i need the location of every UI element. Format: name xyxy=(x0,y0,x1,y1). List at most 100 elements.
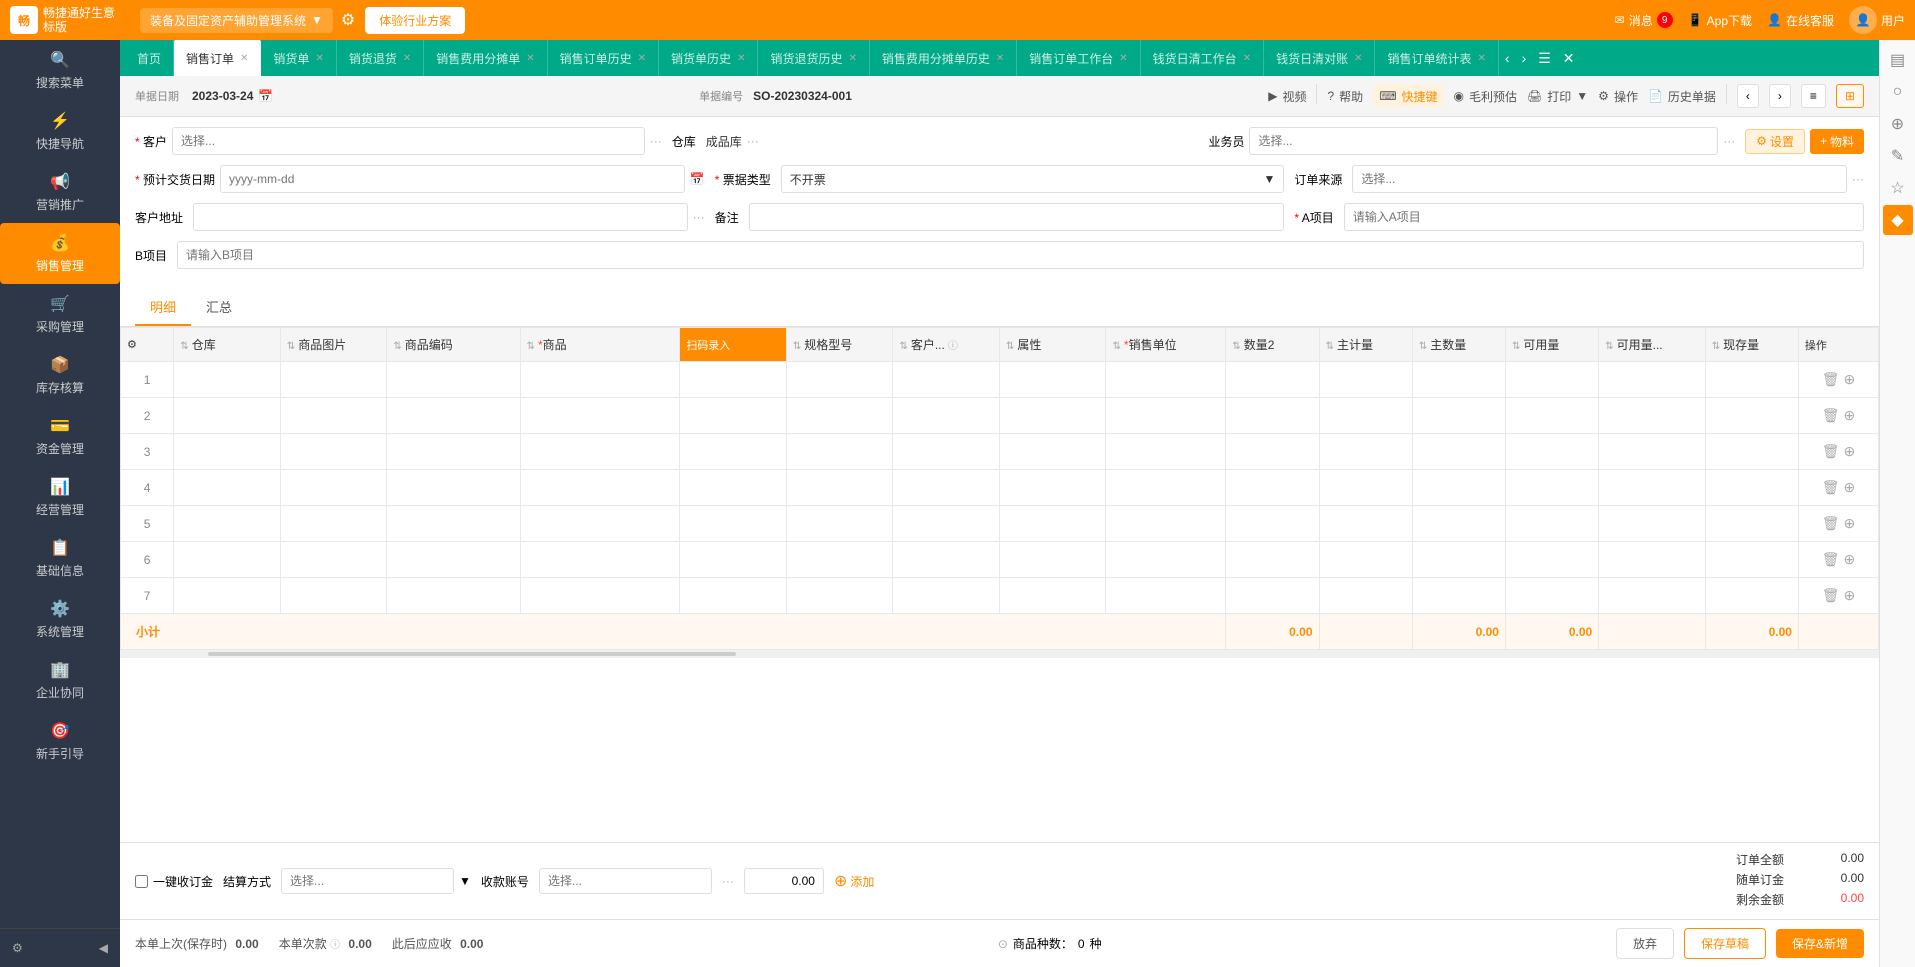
col-settings[interactable]: ⚙ xyxy=(121,328,174,362)
system-selector[interactable]: 装备及固定资产辅助管理系统 ▼ xyxy=(140,8,333,33)
tab-return[interactable]: 销货退货 ✕ xyxy=(337,40,424,76)
settings-icon[interactable]: ⚙ xyxy=(341,10,355,30)
customer-address-more-btn[interactable]: ··· xyxy=(693,210,705,224)
right-panel-btn-2[interactable]: ○ xyxy=(1883,77,1913,107)
tab-daily-reconcile[interactable]: 钱货日清对账 ✕ xyxy=(1264,40,1375,76)
row-6-current-qty[interactable] xyxy=(1705,542,1798,578)
row-5-available2[interactable] xyxy=(1599,506,1706,542)
col-main-unit[interactable]: ⇅ 主计量 xyxy=(1319,328,1412,362)
row-1-attribute[interactable] xyxy=(999,362,1106,398)
row-4-main-unit[interactable] xyxy=(1319,470,1412,506)
col-available2[interactable]: ⇅ 可用量... xyxy=(1599,328,1706,362)
row-2-customer-code[interactable] xyxy=(893,398,1000,434)
row-2-main-unit[interactable] xyxy=(1319,398,1412,434)
row-7-main-unit[interactable] xyxy=(1319,578,1412,614)
sidebar-settings-btn[interactable]: ⚙ xyxy=(8,937,27,959)
row-4-current-qty[interactable] xyxy=(1705,470,1798,506)
row-6-delete-btn[interactable]: 🗑 xyxy=(1822,551,1840,568)
row-5-main-qty[interactable] xyxy=(1412,506,1505,542)
row-3-product[interactable] xyxy=(520,434,680,470)
row-3-main-unit[interactable] xyxy=(1319,434,1412,470)
tab-close-order-stats[interactable]: ✕ xyxy=(1478,53,1486,64)
right-panel-btn-6[interactable]: ◆ xyxy=(1883,205,1913,235)
row-3-available1[interactable] xyxy=(1505,434,1598,470)
row-2-scan[interactable] xyxy=(680,398,787,434)
row-4-unit[interactable] xyxy=(1106,470,1226,506)
tab-close-order-history[interactable]: ✕ xyxy=(638,53,646,64)
order-source-input[interactable] xyxy=(1352,165,1847,193)
row-5-spec[interactable] xyxy=(786,506,893,542)
industry-btn[interactable]: 体验行业方案 xyxy=(365,7,465,34)
tab-close-daily-reconcile[interactable]: ✕ xyxy=(1354,53,1362,64)
payment-method-input[interactable] xyxy=(281,868,454,894)
row-7-customer-code[interactable] xyxy=(893,578,1000,614)
delivery-date-input[interactable] xyxy=(220,165,685,193)
col-spec[interactable]: ⇅ 规格型号 xyxy=(786,328,893,362)
row-2-delete-btn[interactable]: 🗑 xyxy=(1822,407,1840,424)
row-3-attribute[interactable] xyxy=(999,434,1106,470)
amount-input[interactable] xyxy=(744,868,824,894)
add-material-btn[interactable]: + 物料 xyxy=(1810,129,1864,154)
row-1-customer-code[interactable] xyxy=(893,362,1000,398)
right-panel-btn-3[interactable]: ⊕ xyxy=(1883,109,1913,139)
row-2-code[interactable] xyxy=(387,398,520,434)
sidebar-item-enterprise[interactable]: 🏢 企业协同 xyxy=(0,650,120,711)
staff-input[interactable] xyxy=(1249,127,1718,155)
row-6-scan[interactable] xyxy=(680,542,787,578)
row-6-image[interactable] xyxy=(280,542,387,578)
row-3-qty2[interactable] xyxy=(1226,434,1319,470)
sidebar-item-system[interactable]: ⚙️ 系统管理 xyxy=(0,589,120,650)
row-1-current-qty[interactable] xyxy=(1705,362,1798,398)
nav-next-btn[interactable]: › xyxy=(1769,84,1791,108)
row-1-product[interactable] xyxy=(520,362,680,398)
tab-close-sales-bill[interactable]: ✕ xyxy=(315,53,323,64)
row-4-scan[interactable] xyxy=(680,470,787,506)
quick-checkout-check[interactable] xyxy=(135,875,148,888)
row-1-spec[interactable] xyxy=(786,362,893,398)
history-btn[interactable]: 📄 历史单据 xyxy=(1648,84,1716,108)
row-2-copy-btn[interactable]: ⊕ xyxy=(1843,407,1855,424)
online-support-item[interactable]: 👤 在线客服 xyxy=(1767,12,1834,29)
tab-order-history[interactable]: 销售订单历史 ✕ xyxy=(548,40,659,76)
row-4-product[interactable] xyxy=(520,470,680,506)
row-7-spec[interactable] xyxy=(786,578,893,614)
tab-expense-split[interactable]: 销售费用分摊单 ✕ xyxy=(424,40,547,76)
tab-close-daily-workbench[interactable]: ✕ xyxy=(1243,53,1251,64)
remarks-input[interactable] xyxy=(749,203,1285,231)
tab-close-expense-history[interactable]: ✕ xyxy=(996,53,1004,64)
staff-more-btn[interactable]: ··· xyxy=(1723,134,1735,148)
row-4-attribute[interactable] xyxy=(999,470,1106,506)
row-7-current-qty[interactable] xyxy=(1705,578,1798,614)
row-2-available2[interactable] xyxy=(1599,398,1706,434)
row-7-attribute[interactable] xyxy=(999,578,1106,614)
row-3-unit[interactable] xyxy=(1106,434,1226,470)
video-btn[interactable]: ▶ 视频 xyxy=(1268,84,1306,108)
sidebar-item-purchase[interactable]: 🛒 采购管理 xyxy=(0,284,120,345)
col-available1[interactable]: ⇅ 可用量 xyxy=(1505,328,1598,362)
user-item[interactable]: 👤 用户 xyxy=(1849,6,1905,34)
col-scan[interactable]: 扫码录入 xyxy=(680,328,787,362)
row-7-unit[interactable] xyxy=(1106,578,1226,614)
add-payment-btn[interactable]: ⊕ 添加 xyxy=(834,871,874,891)
row-6-product[interactable] xyxy=(520,542,680,578)
tab-close-all-btn[interactable]: ✕ xyxy=(1557,40,1581,76)
row-7-qty2[interactable] xyxy=(1226,578,1319,614)
col-product[interactable]: ⇅ *商品 xyxy=(520,328,680,362)
tab-close-sales-order[interactable]: ✕ xyxy=(240,53,248,64)
row-1-delete-btn[interactable]: 🗑 xyxy=(1822,371,1840,388)
tab-close-return[interactable]: ✕ xyxy=(403,53,411,64)
row-3-main-qty[interactable] xyxy=(1412,434,1505,470)
row-5-attribute[interactable] xyxy=(999,506,1106,542)
discard-btn[interactable]: 放弃 xyxy=(1616,928,1674,959)
row-5-main-unit[interactable] xyxy=(1319,506,1412,542)
row-4-copy-btn[interactable]: ⊕ xyxy=(1843,479,1855,496)
row-4-image[interactable] xyxy=(280,470,387,506)
date-field[interactable]: 2023-03-24 📅 xyxy=(184,82,689,110)
shortcut-btn[interactable]: ⌨ 快捷键 xyxy=(1373,84,1443,108)
row-4-warehouse[interactable] xyxy=(174,470,281,506)
row-5-product[interactable] xyxy=(520,506,680,542)
row-4-code[interactable] xyxy=(387,470,520,506)
row-1-available1[interactable] xyxy=(1505,362,1598,398)
row-3-copy-btn[interactable]: ⊕ xyxy=(1843,443,1855,460)
quick-checkout-checkbox[interactable]: 一键收订金 xyxy=(135,873,213,890)
